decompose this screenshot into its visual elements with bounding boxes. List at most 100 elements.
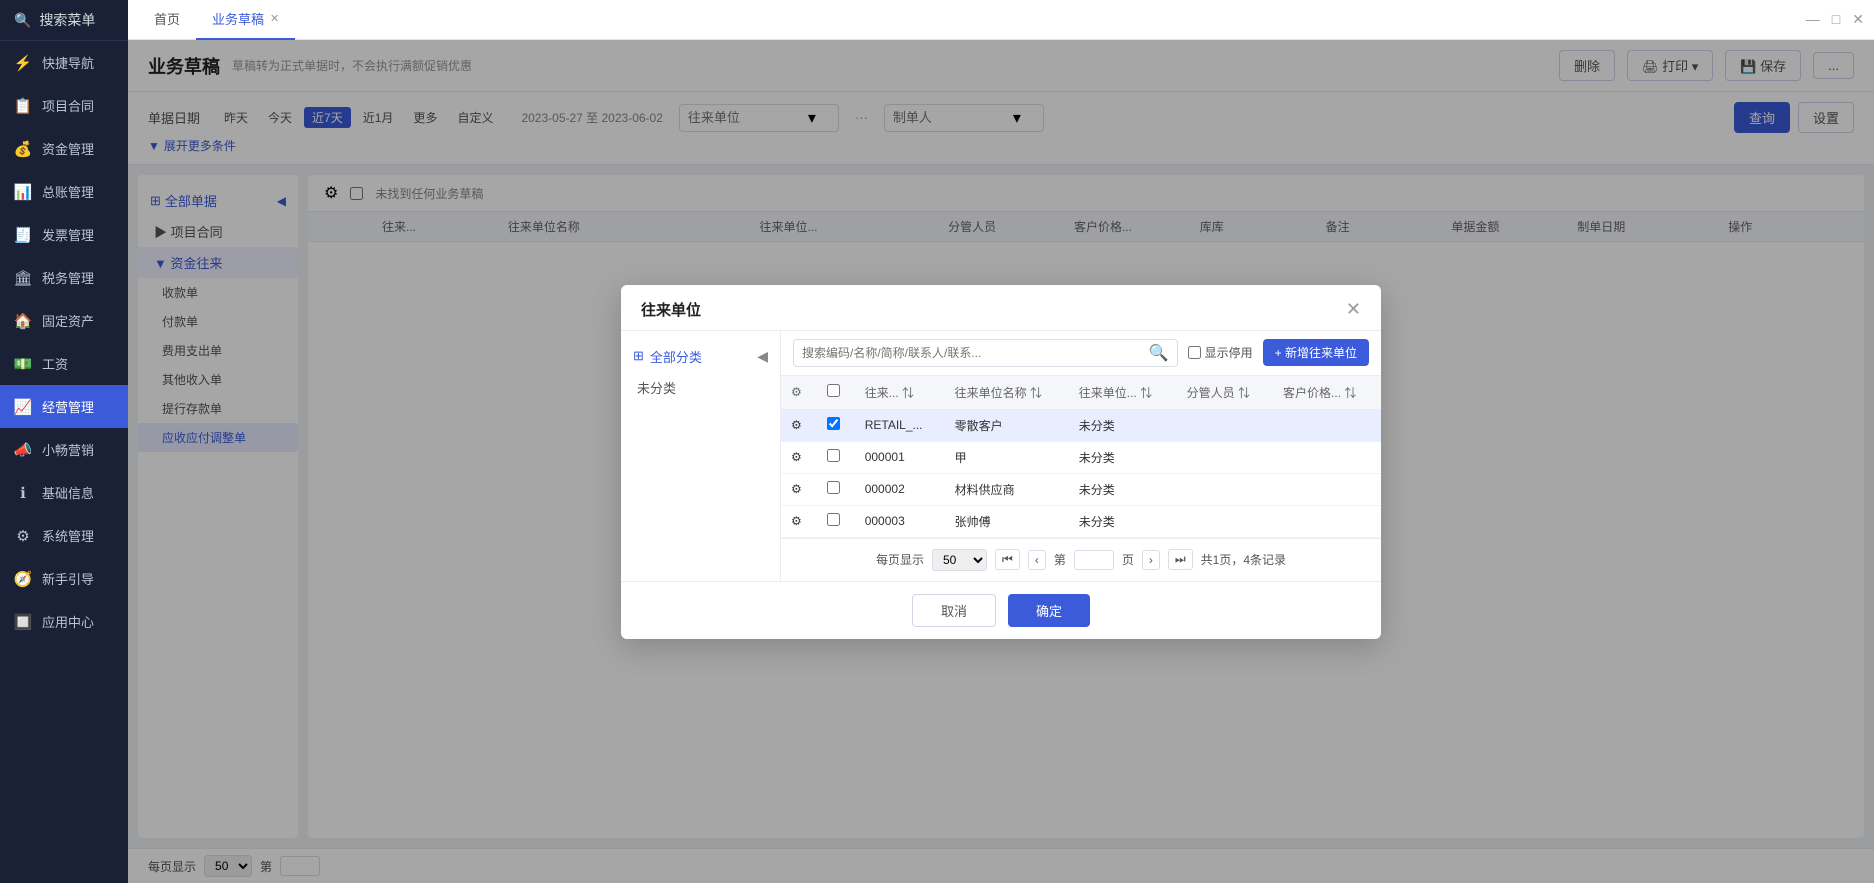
- row-check[interactable]: [817, 505, 855, 537]
- tab-active[interactable]: 业务草稿 ✕: [196, 0, 295, 40]
- th-category[interactable]: 往来单位... ⇅: [1069, 376, 1177, 410]
- sort-icon: ⇅: [902, 386, 914, 400]
- confirm-btn[interactable]: 确定: [1008, 594, 1090, 627]
- table-row[interactable]: ⚙ 000002 材料供应商 未分类: [781, 473, 1381, 505]
- row-check[interactable]: [817, 473, 855, 505]
- dialog-table-header: ⚙ 往来... ⇅ 往来单位名称 ⇅ 往来单位... ⇅ 分管人员 ⇅ 客户价格…: [781, 376, 1381, 410]
- row-price: [1273, 473, 1381, 505]
- row-checkbox[interactable]: [827, 481, 840, 494]
- sidebar-search-label: 搜索菜单: [39, 10, 95, 30]
- th-price[interactable]: 客户价格... ⇅: [1273, 376, 1381, 410]
- row-check[interactable]: [817, 441, 855, 473]
- basic-info-icon: ℹ: [14, 484, 32, 502]
- dialog-search-input[interactable]: [802, 346, 1143, 360]
- dialog-close-btn[interactable]: ✕: [1346, 300, 1361, 318]
- th-code[interactable]: 往来... ⇅: [855, 376, 945, 410]
- row-checkbox[interactable]: [827, 513, 840, 526]
- row-price: [1273, 441, 1381, 473]
- table-row[interactable]: ⚙ 000001 甲 未分类: [781, 441, 1381, 473]
- sidebar-item-fixed-assets[interactable]: 🏠 固定资产: [0, 299, 128, 342]
- sidebar-item-label: 项目合同: [42, 96, 94, 115]
- sidebar-item-payroll[interactable]: 💵 工资: [0, 342, 128, 385]
- row-category: 未分类: [1069, 409, 1177, 441]
- window-controls: — □ ✕: [1806, 11, 1864, 28]
- sidebar-item-app-center[interactable]: 🔲 应用中心: [0, 600, 128, 643]
- last-page-btn[interactable]: ⏭: [1168, 549, 1193, 570]
- first-page-btn[interactable]: ⏮: [995, 549, 1020, 570]
- row-manager: [1177, 505, 1273, 537]
- row-checkbox[interactable]: [827, 417, 840, 430]
- th-check: [817, 376, 855, 410]
- cancel-btn[interactable]: 取消: [912, 594, 996, 627]
- sidebar-item-label: 固定资产: [42, 311, 94, 330]
- sidebar: 🔍 搜索菜单 ⚡ 快捷导航 📋 项目合同 💰 资金管理 📊 总账管理 🧾 发票管…: [0, 0, 128, 883]
- grid-icon-small: ⊞: [633, 348, 644, 364]
- all-categories-btn[interactable]: ⊞ 全部分类 ◀: [621, 341, 780, 372]
- main-area: 首页 业务草稿 ✕ — □ ✕ 业务草稿 草稿转为正式单据时，不会执行满额促销优…: [128, 0, 1874, 883]
- row-check[interactable]: [817, 409, 855, 441]
- tab-home-label: 首页: [154, 9, 180, 28]
- dialog-header: 往来单位 ✕: [621, 285, 1381, 331]
- sidebar-search[interactable]: 🔍 搜索菜单: [0, 0, 128, 41]
- row-category: 未分类: [1069, 505, 1177, 537]
- tab-close-btn[interactable]: ✕: [270, 12, 279, 25]
- row-settings: ⚙: [781, 441, 817, 473]
- sidebar-item-accounting[interactable]: 📊 总账管理: [0, 170, 128, 213]
- tab-active-label: 业务草稿: [212, 9, 264, 28]
- row-settings-icon: ⚙: [791, 418, 802, 432]
- th-name[interactable]: 往来单位名称 ⇅: [945, 376, 1069, 410]
- row-price: [1273, 505, 1381, 537]
- add-partner-btn[interactable]: + 新增往来单位: [1263, 339, 1369, 366]
- sidebar-item-invoice[interactable]: 🧾 发票管理: [0, 213, 128, 256]
- sidebar-item-fund[interactable]: 💰 资金管理: [0, 127, 128, 170]
- tax-icon: 🏛: [14, 269, 32, 287]
- per-page-label: 每页显示: [876, 551, 924, 568]
- close-btn[interactable]: ✕: [1852, 11, 1864, 28]
- sidebar-item-project-contract[interactable]: 📋 项目合同: [0, 84, 128, 127]
- dialog-body: ⊞ 全部分类 ◀ 未分类 🔍: [621, 331, 1381, 581]
- tab-home[interactable]: 首页: [138, 0, 196, 40]
- sort-icon: ⇅: [1030, 386, 1042, 400]
- uncategorized-item[interactable]: 未分类: [621, 372, 780, 403]
- next-page-btn[interactable]: ›: [1142, 550, 1160, 570]
- sidebar-item-marketing[interactable]: 📣 小畅营销: [0, 428, 128, 471]
- minimize-btn[interactable]: —: [1806, 11, 1820, 28]
- sidebar-item-guide[interactable]: 🧭 新手引导: [0, 557, 128, 600]
- row-manager: [1177, 473, 1273, 505]
- show-disabled-checkbox[interactable]: [1188, 346, 1201, 359]
- sidebar-item-system[interactable]: ⚙ 系统管理: [0, 514, 128, 557]
- row-category: 未分类: [1069, 473, 1177, 505]
- row-settings-icon: ⚙: [791, 450, 802, 464]
- dialog-table-wrap: ⚙ 往来... ⇅ 往来单位名称 ⇅ 往来单位... ⇅ 分管人员 ⇅ 客户价格…: [781, 376, 1381, 538]
- row-code: 000001: [855, 441, 945, 473]
- sidebar-item-label: 应用中心: [42, 612, 94, 631]
- table-select-all[interactable]: [827, 384, 840, 397]
- sort-icon: ⇅: [1344, 386, 1356, 400]
- dialog-left-panel: ⊞ 全部分类 ◀ 未分类: [621, 331, 781, 581]
- sidebar-item-quick-nav[interactable]: ⚡ 快捷导航: [0, 41, 128, 84]
- sidebar-item-label: 基础信息: [42, 483, 94, 502]
- row-manager: [1177, 441, 1273, 473]
- sidebar-item-basic-info[interactable]: ℹ 基础信息: [0, 471, 128, 514]
- per-page-select[interactable]: 50 100: [932, 549, 987, 571]
- sidebar-item-operations[interactable]: 📈 经营管理: [0, 385, 128, 428]
- prev-page-btn[interactable]: ‹: [1028, 550, 1046, 570]
- search-icon-small: 🔍: [1149, 343, 1169, 363]
- maximize-btn[interactable]: □: [1832, 11, 1840, 28]
- show-disabled-label[interactable]: 显示停用: [1188, 344, 1253, 361]
- sidebar-item-label: 发票管理: [42, 225, 94, 244]
- row-code: RETAIL_...: [855, 409, 945, 441]
- sidebar-item-label: 工资: [42, 354, 68, 373]
- row-checkbox[interactable]: [827, 449, 840, 462]
- row-settings: ⚙: [781, 473, 817, 505]
- fixed-assets-icon: 🏠: [14, 312, 32, 330]
- th-manager[interactable]: 分管人员 ⇅: [1177, 376, 1273, 410]
- page-number-input[interactable]: 1: [1074, 550, 1114, 570]
- row-manager: [1177, 409, 1273, 441]
- panel-collapse-btn[interactable]: ◀: [757, 348, 768, 365]
- modal-overlay[interactable]: 往来单位 ✕ ⊞ 全部分类 ◀ 未分类: [128, 40, 1874, 883]
- table-row[interactable]: ⚙ RETAIL_... 零散客户 未分类: [781, 409, 1381, 441]
- table-row[interactable]: ⚙ 000003 张帅傅 未分类: [781, 505, 1381, 537]
- sidebar-item-tax[interactable]: 🏛 税务管理: [0, 256, 128, 299]
- row-name: 零散客户: [945, 409, 1069, 441]
